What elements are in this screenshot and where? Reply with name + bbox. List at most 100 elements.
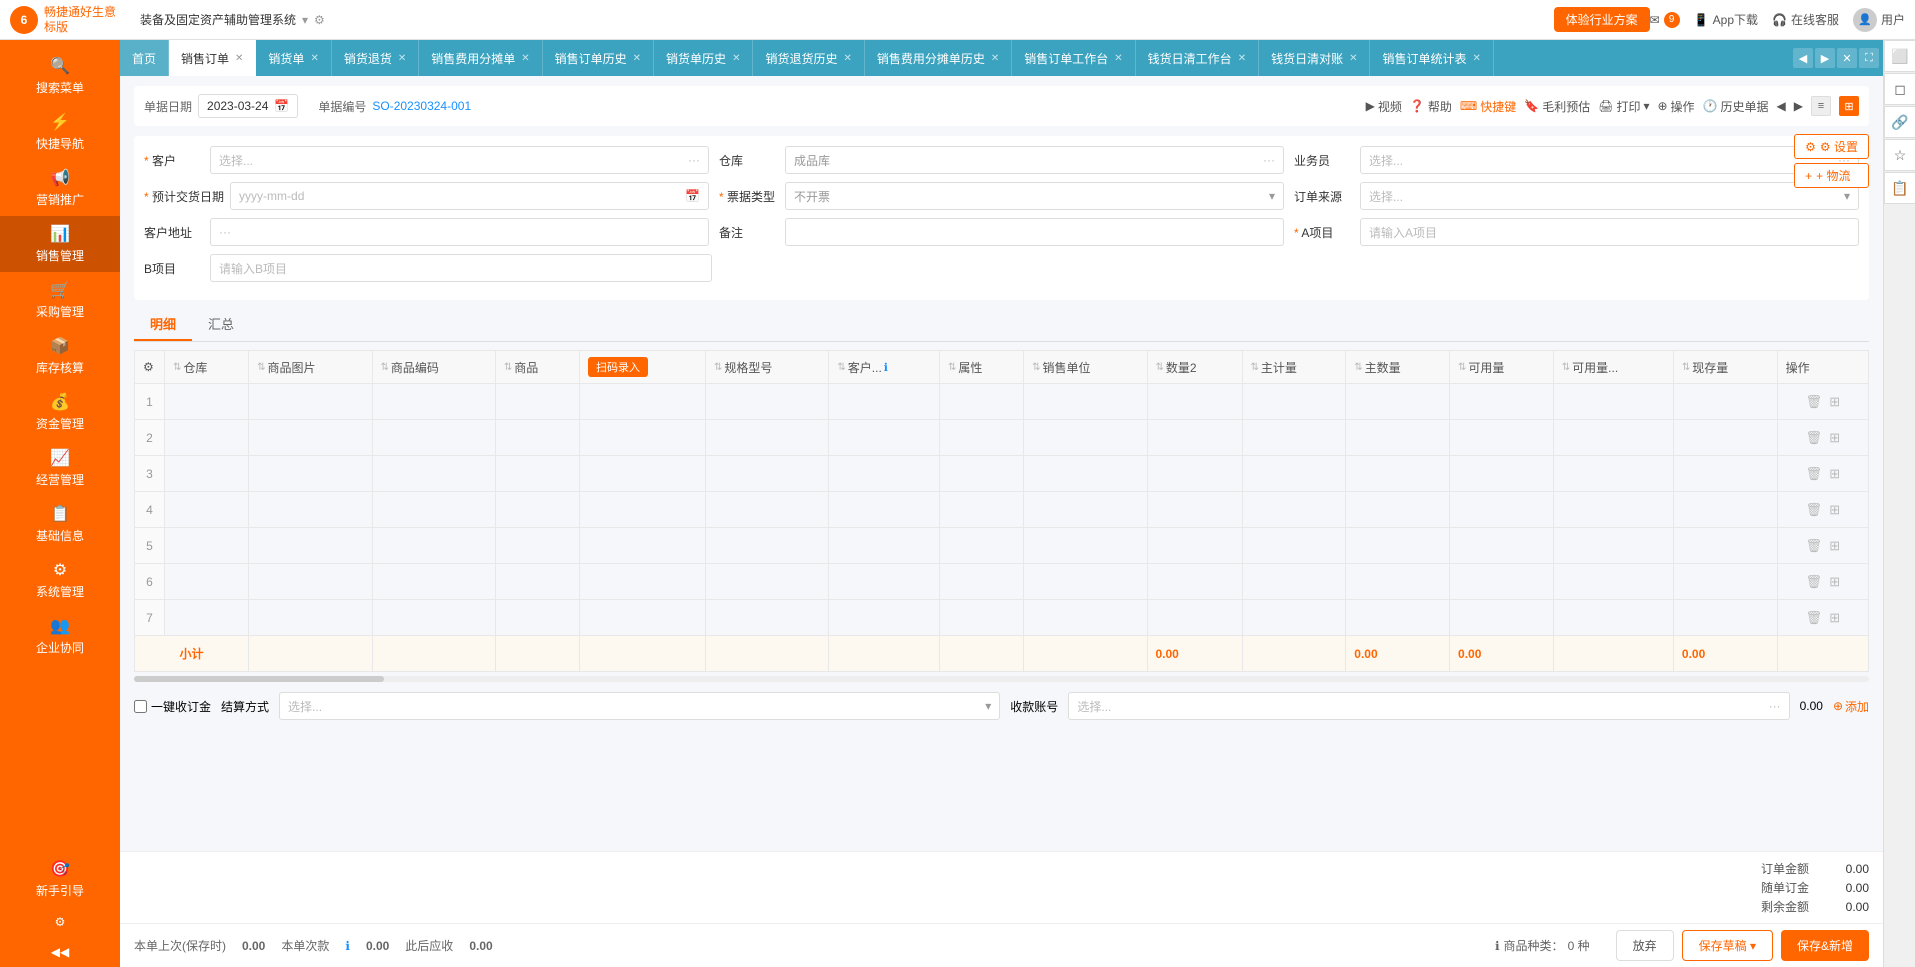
settle-method-select[interactable]: 选择... ▾ [279,692,1000,720]
horizontal-scrollbar[interactable] [134,676,1869,682]
remark-input[interactable] [785,218,1284,246]
save-draft-button[interactable]: 保存草稿 ▾ [1682,930,1773,961]
tab-home[interactable]: 首页 [120,40,169,76]
sidebar-item-search[interactable]: 🔍 搜索菜单 [0,48,120,104]
tab-return-history[interactable]: 销货退货历史 ✕ [753,40,864,76]
tab-close-icon[interactable]: ✕ [1238,53,1246,64]
delete-row-button[interactable]: 🗑 [1803,500,1824,520]
copy-row-button[interactable]: ⊞ [1827,572,1842,592]
table-settings-icon[interactable]: ⚙ [143,360,154,374]
app-download-button[interactable]: 📱 App下载 [1694,11,1758,28]
date-input[interactable]: 2023-03-24 📅 [198,94,298,118]
sidebar-item-sales[interactable]: 📊 销售管理 [0,216,120,272]
sort-icon[interactable]: ⇅ [1458,362,1466,373]
tab-order-history[interactable]: 销售订单历史 ✕ [543,40,654,76]
layout-next-button[interactable]: ▶ [1794,99,1803,113]
add-logistics-button[interactable]: + + 物流 [1794,163,1869,188]
warehouse-input[interactable]: 成品库 [785,146,1284,174]
column-settings-button[interactable]: ⚙ ⚙ 设置 [1794,134,1869,159]
save-draft-dropdown-icon[interactable]: ▾ [1750,939,1756,953]
more-actions-button[interactable]: ⊕ 操作 [1657,98,1694,115]
sidebar-settings-button[interactable]: ⚙ [0,907,120,937]
shortcut-button[interactable]: ⌨ 快捷键 [1460,98,1516,115]
tab-next-button[interactable]: ▶ [1815,48,1835,68]
print-button[interactable]: 🖨 打印 ▾ [1598,98,1649,115]
scrollbar-thumb[interactable] [134,676,384,682]
tab-sales-order[interactable]: 销售订单 ✕ [169,40,256,76]
copy-row-button[interactable]: ⊞ [1827,464,1842,484]
right-btn-4[interactable]: ☆ [1884,139,1915,171]
receipt-account-input[interactable]: 选择... [1068,692,1789,720]
view-video-button[interactable]: ▶ 视频 [1366,98,1402,115]
settings-icon[interactable]: ⚙ [314,13,325,27]
b-project-input[interactable]: 请输入B项目 [210,254,712,282]
history-button[interactable]: 🕐 历史单据 [1703,98,1769,115]
sort-icon[interactable]: ⇅ [1156,362,1164,373]
tab-expand-button[interactable]: ⛶ [1859,48,1879,68]
delete-row-button[interactable]: 🗑 [1803,608,1824,628]
online-support-button[interactable]: 🎧 在线客服 [1772,11,1839,28]
save-new-button[interactable]: 保存&新增 [1781,930,1869,961]
delete-row-button[interactable]: 🗑 [1803,536,1824,556]
sidebar-item-finance[interactable]: 💰 资金管理 [0,384,120,440]
tab-fee-split[interactable]: 销售费用分摊单 ✕ [419,40,542,76]
add-payment-button[interactable]: ⊕ 添加 [1833,698,1869,715]
one-click-checkbox[interactable] [134,700,147,713]
sort-icon[interactable]: ⇅ [1032,362,1040,373]
solution-button[interactable]: 体验行业方案 [1554,7,1650,32]
right-btn-5[interactable]: 📋 [1884,172,1915,204]
invoice-type-input[interactable]: 不开票 ▾ [785,182,1284,210]
tab-close-icon[interactable]: ✕ [521,53,529,64]
user-menu[interactable]: 👤 用户 [1853,8,1905,32]
detail-tab[interactable]: 明细 [134,308,192,341]
sidebar-item-beginner[interactable]: 🎯 新手引导 [0,851,120,907]
right-btn-1[interactable]: ⬜ [1884,40,1915,72]
tab-close-icon[interactable]: ✕ [1114,53,1122,64]
tab-close-icon[interactable]: ✕ [843,53,851,64]
sidebar-item-system[interactable]: ⚙ 系统管理 [0,552,120,608]
sort-icon[interactable]: ⇅ [1354,362,1362,373]
chevron-down-icon[interactable]: ▾ [302,13,308,27]
discard-button[interactable]: 放弃 [1616,930,1674,961]
delete-row-button[interactable]: 🗑 [1803,428,1824,448]
salesperson-input[interactable]: 选择... [1360,146,1859,174]
a-project-input[interactable]: 请输入A项目 [1360,218,1859,246]
list-view-button[interactable]: ≡ [1811,96,1831,116]
sidebar-collapse-button[interactable]: ◀◀ [0,937,120,967]
tab-close-icon[interactable]: ✕ [1349,53,1357,64]
sidebar-item-operations[interactable]: 📈 经营管理 [0,440,120,496]
grid-view-button[interactable]: ⊞ [1839,96,1859,116]
tab-daily-workbench[interactable]: 钱货日清工作台 ✕ [1136,40,1259,76]
delete-row-button[interactable]: 🗑 [1803,572,1824,592]
summary-tab[interactable]: 汇总 [192,308,250,341]
sort-icon[interactable]: ⇅ [948,362,956,373]
tab-close-icon[interactable]: ✕ [398,53,406,64]
sort-icon[interactable]: ⇅ [837,362,845,373]
tab-close-icon[interactable]: ✕ [235,53,243,64]
tab-return[interactable]: 销货退货 ✕ [332,40,419,76]
order-source-input[interactable]: 选择... ▾ [1360,182,1859,210]
info-icon[interactable]: ℹ [884,361,888,374]
sort-icon[interactable]: ⇅ [1682,362,1690,373]
sort-icon[interactable]: ⇅ [173,362,181,373]
customer-address-input[interactable] [210,218,709,246]
delivery-date-input[interactable]: yyyy-mm-dd 📅 [230,182,709,210]
sort-icon[interactable]: ⇅ [381,362,389,373]
th-settings[interactable]: ⚙ [135,351,165,384]
message-button[interactable]: ✉ 9 [1650,12,1680,28]
sidebar-item-quick-nav[interactable]: ⚡ 快捷导航 [0,104,120,160]
tab-fee-history[interactable]: 销售费用分摊单历史 ✕ [865,40,1012,76]
sort-icon[interactable]: ⇅ [1562,362,1570,373]
sidebar-item-purchase[interactable]: 🛒 采购管理 [0,272,120,328]
tab-daily-reconcile[interactable]: 钱货日清对账 ✕ [1259,40,1370,76]
copy-row-button[interactable]: ⊞ [1827,536,1842,556]
tab-close-icon[interactable]: ✕ [732,53,740,64]
one-click-payment-checkbox[interactable]: 一键收订金 [134,698,211,715]
tab-order-workbench[interactable]: 销售订单工作台 ✕ [1012,40,1135,76]
copy-row-button[interactable]: ⊞ [1827,428,1842,448]
tab-stats[interactable]: 销售订单统计表 ✕ [1370,40,1493,76]
tab-close-icon[interactable]: ✕ [1473,53,1481,64]
copy-row-button[interactable]: ⊞ [1827,500,1842,520]
customer-input[interactable]: 选择... [210,146,709,174]
print-dropdown-icon[interactable]: ▾ [1643,99,1649,113]
